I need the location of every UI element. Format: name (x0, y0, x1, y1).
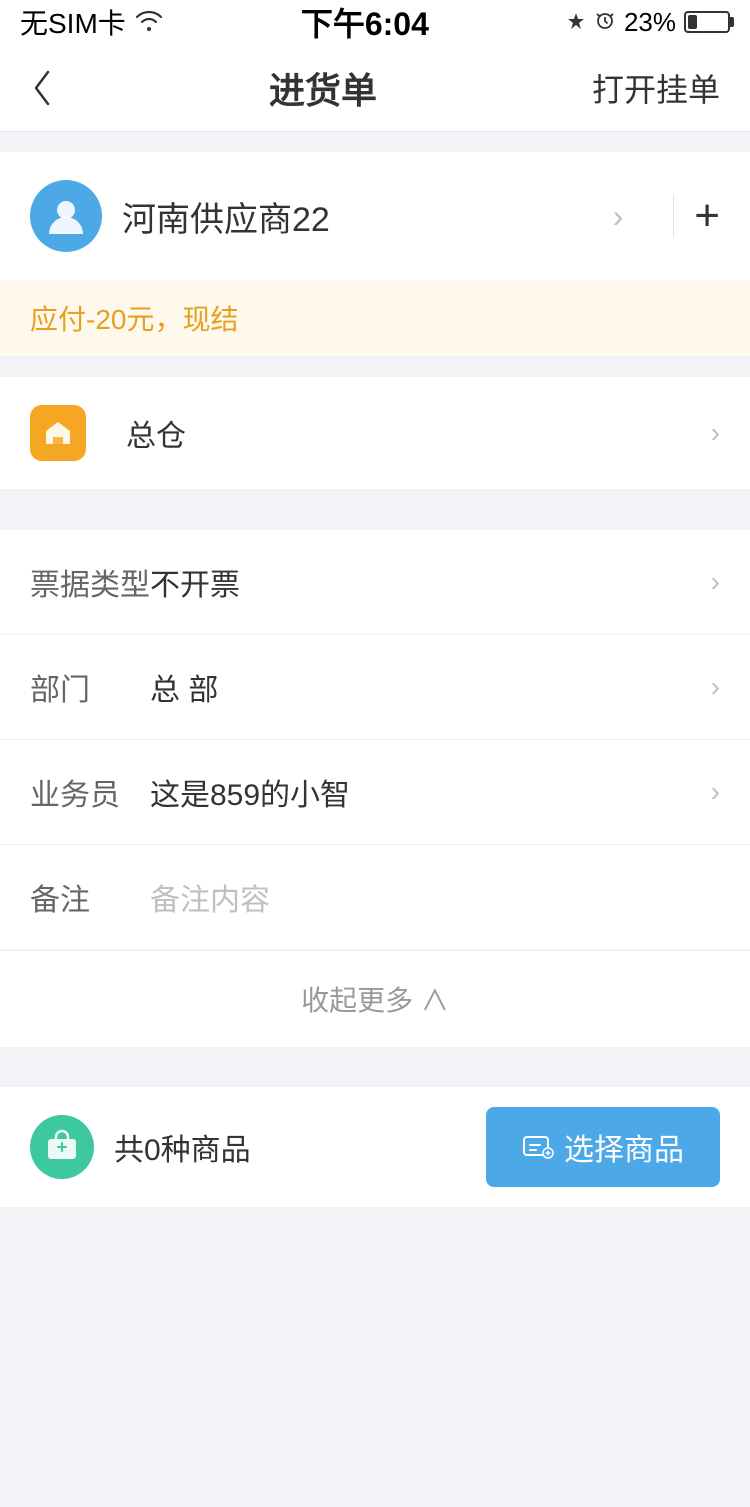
form-section: 票据类型 不开票 › 部门 总 部 › 业务员 这是859的小智 › 备注 备注… (0, 530, 750, 1047)
battery-icon (684, 11, 730, 33)
supplier-row[interactable]: 河南供应商22 › + (0, 152, 750, 280)
remarks-input[interactable]: 备注内容 (150, 875, 720, 919)
status-right: 23% (566, 7, 730, 38)
invoice-type-row[interactable]: 票据类型 不开票 › (0, 530, 750, 635)
collapse-button[interactable]: 收起更多 ∧ (0, 950, 750, 1047)
section-gap-3 (0, 490, 750, 510)
remarks-row[interactable]: 备注 备注内容 (0, 845, 750, 950)
department-value: 总 部 (150, 665, 711, 709)
supplier-name: 河南供应商22 (122, 192, 613, 241)
battery-percent: 23% (624, 7, 676, 38)
remarks-label: 备注 (30, 875, 150, 919)
section-gap-1 (0, 132, 750, 152)
wifi-icon (134, 6, 164, 38)
department-row[interactable]: 部门 总 部 › (0, 635, 750, 740)
status-left: 无SIM卡 (20, 2, 164, 42)
supplier-section: 河南供应商22 › + 应付-20元，现结 (0, 152, 750, 357)
warehouse-name: 总仓 (126, 411, 711, 455)
location-icon (566, 7, 586, 38)
select-product-label: 选择商品 (564, 1125, 684, 1169)
salesperson-row[interactable]: 业务员 这是859的小智 › (0, 740, 750, 845)
bottom-bar: 共0种商品 选择商品 (0, 1087, 750, 1207)
select-product-button[interactable]: 选择商品 (486, 1107, 720, 1187)
status-bar: 无SIM卡 下午6:04 23% (0, 0, 750, 44)
page-title: 进货单 (269, 62, 377, 114)
invoice-type-chevron-icon: › (711, 566, 720, 598)
open-pending-button[interactable]: 打开挂单 (592, 65, 720, 111)
product-icon (30, 1115, 94, 1179)
section-gap-2 (0, 357, 750, 377)
warehouse-icon (30, 405, 86, 461)
section-gap-4 (0, 1047, 750, 1067)
supplier-avatar (30, 180, 102, 252)
back-button[interactable] (30, 68, 54, 108)
invoice-type-label: 票据类型 (30, 560, 150, 604)
time-label: 下午6:04 (301, 0, 429, 45)
notice-banner: 应付-20元，现结 (0, 280, 750, 357)
salesperson-value: 这是859的小智 (150, 770, 711, 814)
product-count-label: 共0种商品 (114, 1125, 486, 1169)
invoice-type-value: 不开票 (150, 560, 711, 604)
warehouse-row[interactable]: 总仓 › (0, 377, 750, 490)
alarm-icon (594, 7, 616, 38)
salesperson-label: 业务员 (30, 770, 150, 814)
notice-text: 应付-20元，现结 (30, 304, 238, 335)
nav-bar: 进货单 打开挂单 (0, 44, 750, 132)
add-supplier-button[interactable]: + (694, 191, 720, 241)
department-label: 部门 (30, 665, 150, 709)
carrier-label: 无SIM卡 (20, 2, 126, 42)
warehouse-chevron-icon: › (711, 417, 720, 449)
salesperson-chevron-icon: › (711, 776, 720, 808)
supplier-chevron-icon: › (613, 198, 624, 235)
main-background (0, 1207, 750, 1507)
department-chevron-icon: › (711, 671, 720, 703)
vertical-divider (673, 194, 674, 238)
